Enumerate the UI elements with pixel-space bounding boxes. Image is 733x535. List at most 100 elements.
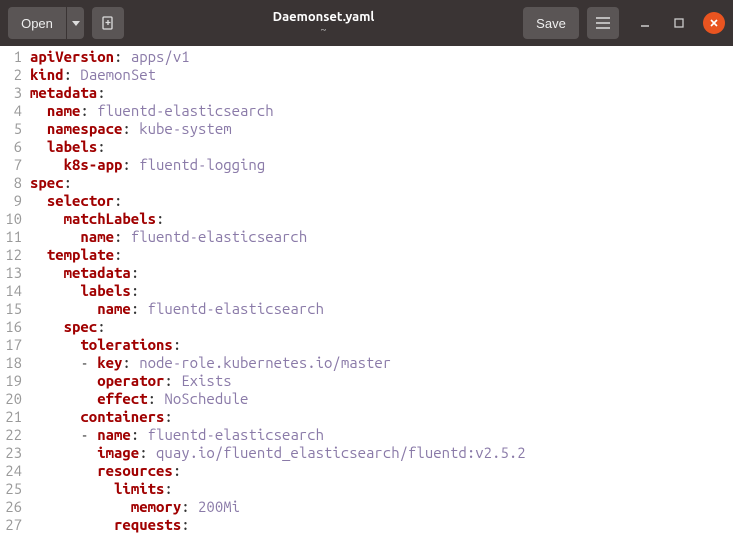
editor-window: Open Daemonset.yaml ~ Save	[0, 0, 733, 535]
line-content: labels:	[30, 282, 139, 300]
chevron-down-icon	[72, 21, 80, 26]
line-number: 13	[0, 264, 30, 282]
line-content: tolerations:	[30, 336, 181, 354]
code-line[interactable]: 1apiVersion: apps/v1	[0, 48, 733, 66]
line-number: 10	[0, 210, 30, 228]
line-number: 23	[0, 444, 30, 462]
new-document-icon	[101, 16, 115, 30]
close-button[interactable]	[703, 12, 725, 34]
line-content: name: fluentd-elasticsearch	[30, 300, 324, 318]
line-content: operator: Exists	[30, 372, 232, 390]
line-number: 16	[0, 318, 30, 336]
minimize-button[interactable]	[635, 13, 655, 33]
line-content: image: quay.io/fluentd_elasticsearch/flu…	[30, 444, 526, 462]
code-line[interactable]: 17 tolerations:	[0, 336, 733, 354]
line-content: limits:	[30, 480, 173, 498]
line-number: 18	[0, 354, 30, 372]
code-line[interactable]: 5 namespace: kube-system	[0, 120, 733, 138]
line-number: 11	[0, 228, 30, 246]
code-line[interactable]: 2kind: DaemonSet	[0, 66, 733, 84]
code-line[interactable]: 24 resources:	[0, 462, 733, 480]
document-title: Daemonset.yaml	[273, 10, 375, 24]
document-path: ~	[320, 24, 326, 36]
line-number: 15	[0, 300, 30, 318]
code-line[interactable]: 27 requests:	[0, 516, 733, 534]
line-content: name: fluentd-elasticsearch	[30, 102, 274, 120]
line-content: name: fluentd-elasticsearch	[30, 228, 307, 246]
code-line[interactable]: 7 k8s-app: fluentd-logging	[0, 156, 733, 174]
line-content: - key: node-role.kubernetes.io/master	[30, 354, 391, 372]
line-content: k8s-app: fluentd-logging	[30, 156, 265, 174]
code-line[interactable]: 26 memory: 200Mi	[0, 498, 733, 516]
line-number: 14	[0, 282, 30, 300]
open-button[interactable]: Open	[8, 7, 66, 39]
line-content: namespace: kube-system	[30, 120, 232, 138]
maximize-button[interactable]	[669, 13, 689, 33]
code-line[interactable]: 4 name: fluentd-elasticsearch	[0, 102, 733, 120]
code-line[interactable]: 21 containers:	[0, 408, 733, 426]
line-number: 20	[0, 390, 30, 408]
window-controls	[635, 12, 725, 34]
line-number: 7	[0, 156, 30, 174]
new-tab-button[interactable]	[92, 7, 124, 39]
code-line[interactable]: 11 name: fluentd-elasticsearch	[0, 228, 733, 246]
code-line[interactable]: 10 matchLabels:	[0, 210, 733, 228]
code-line[interactable]: 23 image: quay.io/fluentd_elasticsearch/…	[0, 444, 733, 462]
line-content: labels:	[30, 138, 106, 156]
line-content: effect: NoSchedule	[30, 390, 248, 408]
line-content: spec:	[30, 318, 106, 336]
line-content: kind: DaemonSet	[30, 66, 156, 84]
line-number: 5	[0, 120, 30, 138]
line-content: template:	[30, 246, 122, 264]
line-number: 21	[0, 408, 30, 426]
line-content: spec:	[30, 174, 72, 192]
code-line[interactable]: 14 labels:	[0, 282, 733, 300]
line-number: 22	[0, 426, 30, 444]
line-number: 3	[0, 84, 30, 102]
save-button[interactable]: Save	[523, 7, 579, 39]
line-content: - name: fluentd-elasticsearch	[30, 426, 324, 444]
line-number: 12	[0, 246, 30, 264]
close-icon	[709, 18, 719, 28]
line-number: 8	[0, 174, 30, 192]
code-line[interactable]: 6 labels:	[0, 138, 733, 156]
line-content: matchLabels:	[30, 210, 164, 228]
line-number: 4	[0, 102, 30, 120]
titlebar: Open Daemonset.yaml ~ Save	[0, 0, 733, 46]
line-number: 25	[0, 480, 30, 498]
line-content: resources:	[30, 462, 181, 480]
code-line[interactable]: 22 - name: fluentd-elasticsearch	[0, 426, 733, 444]
line-content: apiVersion: apps/v1	[30, 48, 190, 66]
maximize-icon	[674, 18, 684, 28]
hamburger-menu-button[interactable]	[587, 7, 619, 39]
line-content: metadata:	[30, 84, 106, 102]
line-content: memory: 200Mi	[30, 498, 240, 516]
line-content: metadata:	[30, 264, 139, 282]
minimize-icon	[640, 18, 650, 28]
code-line[interactable]: 18 - key: node-role.kubernetes.io/master	[0, 354, 733, 372]
line-content: requests:	[30, 516, 190, 534]
line-number: 1	[0, 48, 30, 66]
code-line[interactable]: 25 limits:	[0, 480, 733, 498]
open-dropdown-button[interactable]	[66, 7, 84, 39]
title-area: Daemonset.yaml ~	[132, 10, 515, 36]
line-number: 2	[0, 66, 30, 84]
line-number: 24	[0, 462, 30, 480]
code-line[interactable]: 20 effect: NoSchedule	[0, 390, 733, 408]
hamburger-icon	[596, 17, 610, 29]
code-line[interactable]: 15 name: fluentd-elasticsearch	[0, 300, 733, 318]
line-content: selector:	[30, 192, 122, 210]
code-editor[interactable]: 1apiVersion: apps/v12kind: DaemonSet3met…	[0, 46, 733, 535]
code-line[interactable]: 16 spec:	[0, 318, 733, 336]
code-line[interactable]: 19 operator: Exists	[0, 372, 733, 390]
code-line[interactable]: 3metadata:	[0, 84, 733, 102]
code-line[interactable]: 12 template:	[0, 246, 733, 264]
line-content: containers:	[30, 408, 173, 426]
line-number: 6	[0, 138, 30, 156]
code-line[interactable]: 13 metadata:	[0, 264, 733, 282]
line-number: 26	[0, 498, 30, 516]
line-number: 19	[0, 372, 30, 390]
line-number: 9	[0, 192, 30, 210]
code-line[interactable]: 9 selector:	[0, 192, 733, 210]
code-line[interactable]: 8spec:	[0, 174, 733, 192]
